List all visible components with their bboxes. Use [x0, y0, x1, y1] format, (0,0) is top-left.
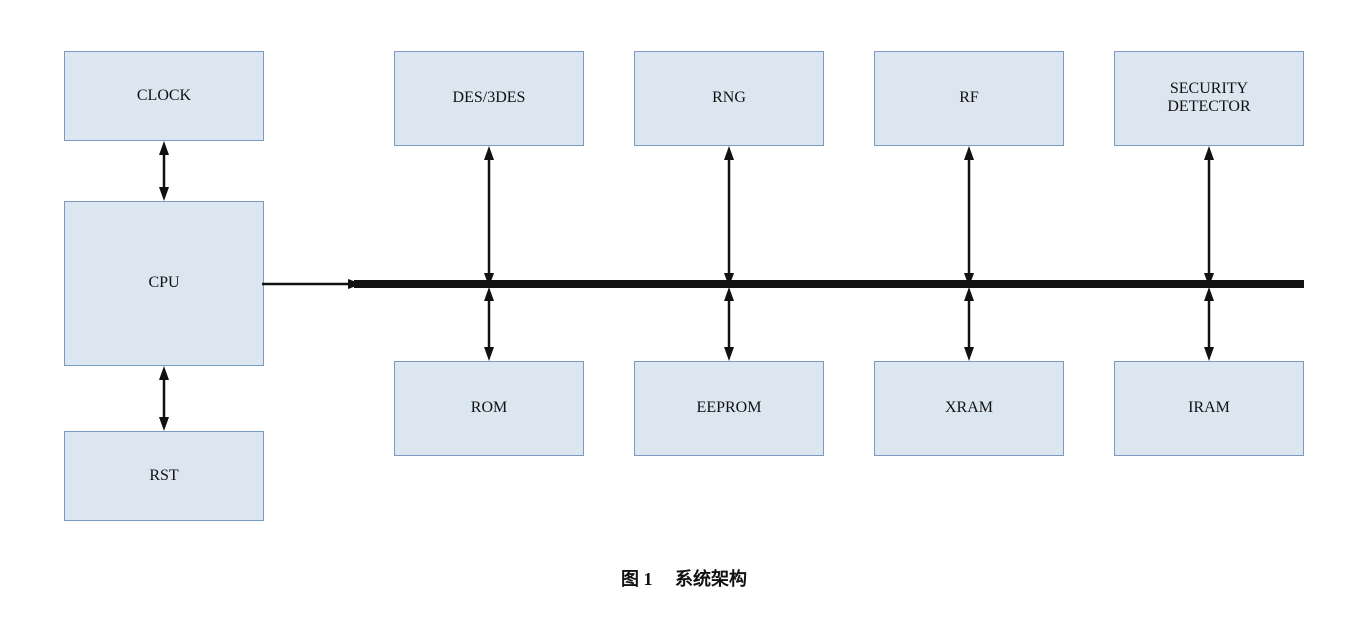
clock-block: CLOCK [64, 51, 264, 141]
rf-block: RF [874, 51, 1064, 146]
iram-label: IRAM [1188, 399, 1230, 417]
clock-label: CLOCK [137, 87, 191, 105]
rf-arrow [959, 146, 979, 361]
rng-arrow [719, 146, 739, 361]
xram-label: XRAM [945, 399, 993, 417]
cpu-bus-arrow [262, 276, 362, 292]
eeprom-label: EEPROM [697, 399, 762, 417]
iram-block: IRAM [1114, 361, 1304, 456]
security-detector-block: SECURITY DETECTOR [1114, 51, 1304, 146]
figure-caption: 图 1 系统架构 [34, 565, 1334, 591]
security-detector-arrow [1199, 146, 1219, 361]
fig-title: 系统架构 [675, 569, 747, 589]
cpu-rst-arrow [154, 366, 174, 431]
fig-num: 图 1 [621, 569, 653, 589]
rom-block: ROM [394, 361, 584, 456]
eeprom-block: EEPROM [634, 361, 824, 456]
security-detector-label: SECURITY DETECTOR [1167, 80, 1250, 116]
rst-block: RST [64, 431, 264, 521]
rng-block: RNG [634, 51, 824, 146]
rf-label: RF [959, 89, 979, 107]
rom-label: ROM [471, 399, 507, 417]
xram-block: XRAM [874, 361, 1064, 456]
cpu-block: CPU [64, 201, 264, 366]
cpu-label: CPU [148, 274, 179, 292]
diagram: CLOCK CPU RST DES/3DES RNG RF [34, 21, 1334, 601]
rng-label: RNG [712, 89, 746, 107]
rst-label: RST [149, 467, 178, 485]
des3des-block: DES/3DES [394, 51, 584, 146]
clock-cpu-arrow [154, 141, 174, 201]
des3des-arrow [479, 146, 499, 361]
des3des-label: DES/3DES [453, 89, 526, 107]
